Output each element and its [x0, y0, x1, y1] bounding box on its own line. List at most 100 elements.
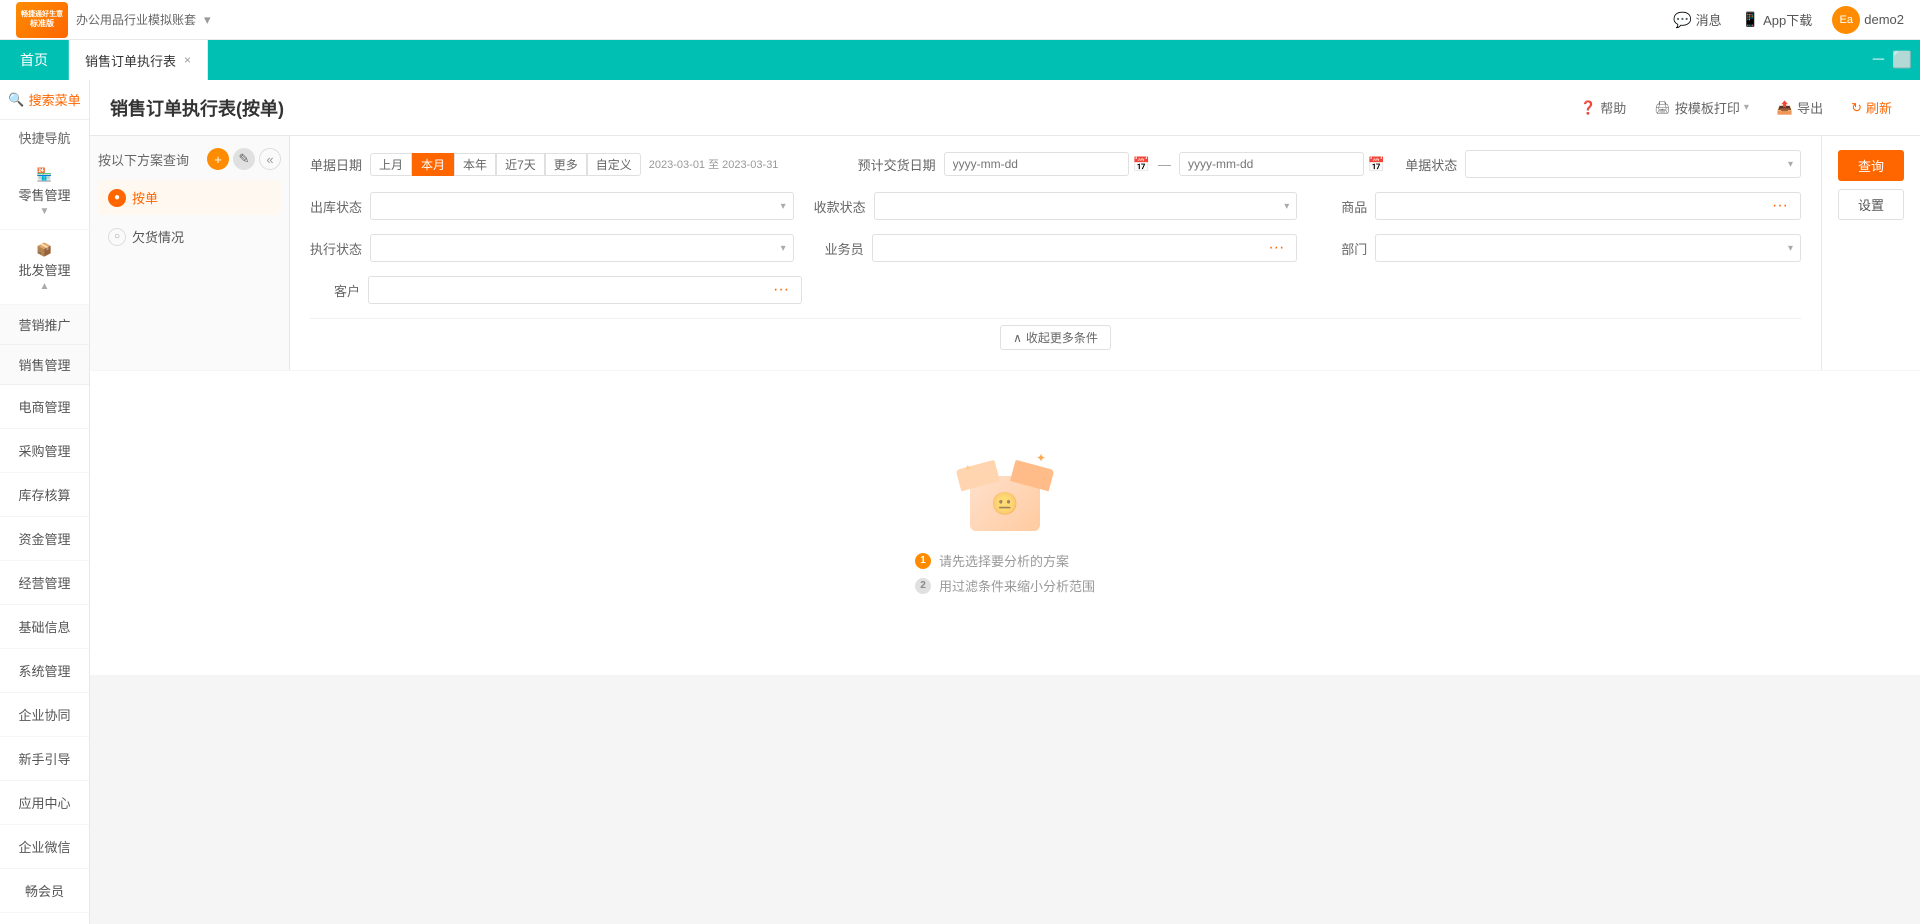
message-btn[interactable]: 💬 消息: [1673, 10, 1722, 29]
filter-group-date: 单据日期 上月 本月 本年 近7天 更多 自定义 2023-03-01 至 20…: [310, 153, 838, 176]
sidebar: 🔍 搜索菜单 快捷导航 🏪 零售管理 ▼ 📦 批发管理 ▲ 营销推广 销售管理 …: [0, 80, 90, 924]
download-icon: 📱: [1742, 11, 1759, 28]
export-btn[interactable]: 📤 导出: [1769, 94, 1831, 121]
sidebar-item-finance[interactable]: 资金管理: [0, 517, 89, 561]
tab-close-icon[interactable]: ×: [184, 53, 191, 67]
date-tabs: 上月 本月 本年 近7天 更多 自定义: [370, 153, 641, 176]
salesman-dots-icon[interactable]: ···: [1264, 239, 1288, 257]
main-layout: 🔍 搜索菜单 快捷导航 🏪 零售管理 ▼ 📦 批发管理 ▲ 营销推广 销售管理 …: [0, 80, 1920, 924]
retail-icon: 🏪: [36, 167, 52, 183]
empty-num-2: 2: [915, 578, 931, 594]
empty-line-1: 1 请先选择要分析的方案: [915, 551, 1095, 570]
expand-icon-2: ▲: [40, 281, 50, 292]
sidebar-item-purchase[interactable]: 采购管理: [0, 429, 89, 473]
exec-label: 执行状态: [310, 239, 362, 258]
sidebar-item-wechat[interactable]: 企业微信: [0, 825, 89, 869]
tabbar: 首页 销售订单执行表 × ─ ⬜: [0, 40, 1920, 80]
expected-date-label: 预计交货日期: [858, 155, 936, 174]
star-icon-2: ✦: [964, 463, 972, 474]
tab-sales-exec[interactable]: 销售订单执行表 ×: [69, 40, 208, 80]
star-icon: ✦: [1036, 451, 1046, 465]
maximize-icon[interactable]: ⬜: [1892, 50, 1912, 70]
sidebar-item-operation[interactable]: 经营管理: [0, 561, 89, 605]
date-tab-thisyear[interactable]: 本年: [454, 153, 496, 176]
sidebar-item-collab[interactable]: 企业协同: [0, 693, 89, 737]
sidebar-quick-nav[interactable]: 快捷导航: [0, 120, 89, 155]
ship-select-wrap: ▾: [370, 192, 794, 220]
refresh-btn[interactable]: ↻ 刷新: [1843, 94, 1900, 121]
status-label: 单据状态: [1405, 155, 1457, 174]
expected-date-to-input[interactable]: [1179, 152, 1364, 176]
collect-label: 收款状态: [814, 197, 866, 216]
add-scheme-btn[interactable]: +: [207, 148, 229, 170]
app-subtitle: 办公用品行业模拟账套: [76, 11, 196, 28]
filter-left-title: 按以下方案查询 + ✎ «: [98, 148, 281, 170]
sidebar-item-inventory[interactable]: 库存核算: [0, 473, 89, 517]
sidebar-search[interactable]: 🔍 搜索菜单: [0, 80, 89, 120]
filter-group-goods: 商品 ···: [1317, 192, 1801, 220]
app-download-btn[interactable]: 📱 App下载: [1742, 10, 1813, 29]
dept-select[interactable]: [1375, 234, 1801, 262]
print-icon: 🖨: [1654, 100, 1671, 116]
date-tab-thismonth[interactable]: 本月: [412, 153, 454, 176]
ship-select[interactable]: [370, 192, 794, 220]
goods-dots-icon[interactable]: ···: [1768, 197, 1792, 215]
collapse-bar: ∧ 收起更多条件: [310, 318, 1801, 356]
minimize-icon[interactable]: ─: [1873, 51, 1884, 69]
cal-icon-to[interactable]: 📅: [1368, 156, 1385, 173]
wholesale-icon: 📦: [36, 242, 52, 258]
tab-home[interactable]: 首页: [0, 40, 69, 80]
sidebar-item-guide[interactable]: 新手引导: [0, 737, 89, 781]
dropdown-icon[interactable]: ▾: [204, 12, 211, 28]
sidebar-item-retail[interactable]: 🏪 零售管理 ▼: [0, 155, 89, 230]
customer-label: 客户: [310, 281, 360, 300]
empty-state: 😐 ✦ ✦ 1 请先选择要分析的方案 2 用过: [90, 371, 1920, 675]
search-icon: 🔍: [8, 92, 24, 108]
exec-select-wrap: ▾: [370, 234, 794, 262]
collapse-btn[interactable]: ∧ 收起更多条件: [1000, 325, 1111, 350]
expected-date-from-input[interactable]: [944, 152, 1129, 176]
user-menu[interactable]: Ea demo2: [1832, 6, 1904, 34]
sidebar-item-ecommerce[interactable]: 电商管理: [0, 385, 89, 429]
salesman-input-wrap[interactable]: ···: [872, 234, 1298, 262]
sidebar-item-member[interactable]: 畅会员: [0, 869, 89, 913]
date-range-wrap: 2023-03-01 至 2023-03-31: [649, 156, 779, 172]
scheme-item-order[interactable]: ● 按单: [98, 180, 281, 215]
filter-group-customer: 客户 ···: [310, 276, 802, 304]
help-icon: ❓: [1580, 100, 1596, 116]
topbar-right: 💬 消息 📱 App下载 Ea demo2: [1673, 6, 1904, 34]
box-face-icon: 😐: [991, 491, 1018, 517]
date-tab-7days[interactable]: 近7天: [496, 153, 545, 176]
collapse-scheme-btn[interactable]: «: [259, 148, 281, 170]
print-btn[interactable]: 🖨 按模板打印 ▾: [1646, 94, 1757, 121]
status-select[interactable]: [1465, 150, 1801, 178]
edit-scheme-btn[interactable]: ✎: [233, 148, 255, 170]
filter-group-ship: 出库状态 ▾: [310, 192, 794, 220]
collect-select[interactable]: [874, 192, 1298, 220]
help-btn[interactable]: ❓ 帮助: [1572, 94, 1634, 121]
date-tab-custom[interactable]: 自定义: [587, 153, 641, 176]
sidebar-item-wholesale[interactable]: 📦 批发管理 ▲: [0, 230, 89, 305]
message-icon: 💬: [1673, 11, 1692, 29]
date-tab-lastmonth[interactable]: 上月: [370, 153, 412, 176]
goods-input-wrap[interactable]: ···: [1375, 192, 1801, 220]
sidebar-item-apps[interactable]: 应用中心: [0, 781, 89, 825]
scheme-item-backorder[interactable]: ○ 欠货情况: [98, 219, 281, 254]
collect-select-wrap: ▾: [874, 192, 1298, 220]
customer-dots-icon[interactable]: ···: [769, 281, 793, 299]
sidebar-item-marketing[interactable]: 营销推广: [0, 305, 89, 345]
customer-input-wrap[interactable]: ···: [368, 276, 802, 304]
exec-select[interactable]: [370, 234, 794, 262]
sidebar-item-basic-info[interactable]: 基础信息: [0, 605, 89, 649]
date-tab-more[interactable]: 更多: [545, 153, 587, 176]
sidebar-item-system[interactable]: 系统管理: [0, 649, 89, 693]
page-header: 销售订单执行表(按单) ❓ 帮助 🖨 按模板打印 ▾ 📤 导出 ↻ 刷新: [90, 80, 1920, 136]
cal-icon-from[interactable]: 📅: [1133, 156, 1150, 173]
date-label: 单据日期: [310, 155, 362, 174]
date-dash: —: [1158, 157, 1171, 172]
sidebar-item-sales-mgmt[interactable]: 销售管理: [0, 345, 89, 385]
set-button[interactable]: 设置: [1838, 189, 1904, 220]
empty-num-1: 1: [915, 553, 931, 569]
goods-label: 商品: [1317, 197, 1367, 216]
query-button[interactable]: 查询: [1838, 150, 1904, 181]
